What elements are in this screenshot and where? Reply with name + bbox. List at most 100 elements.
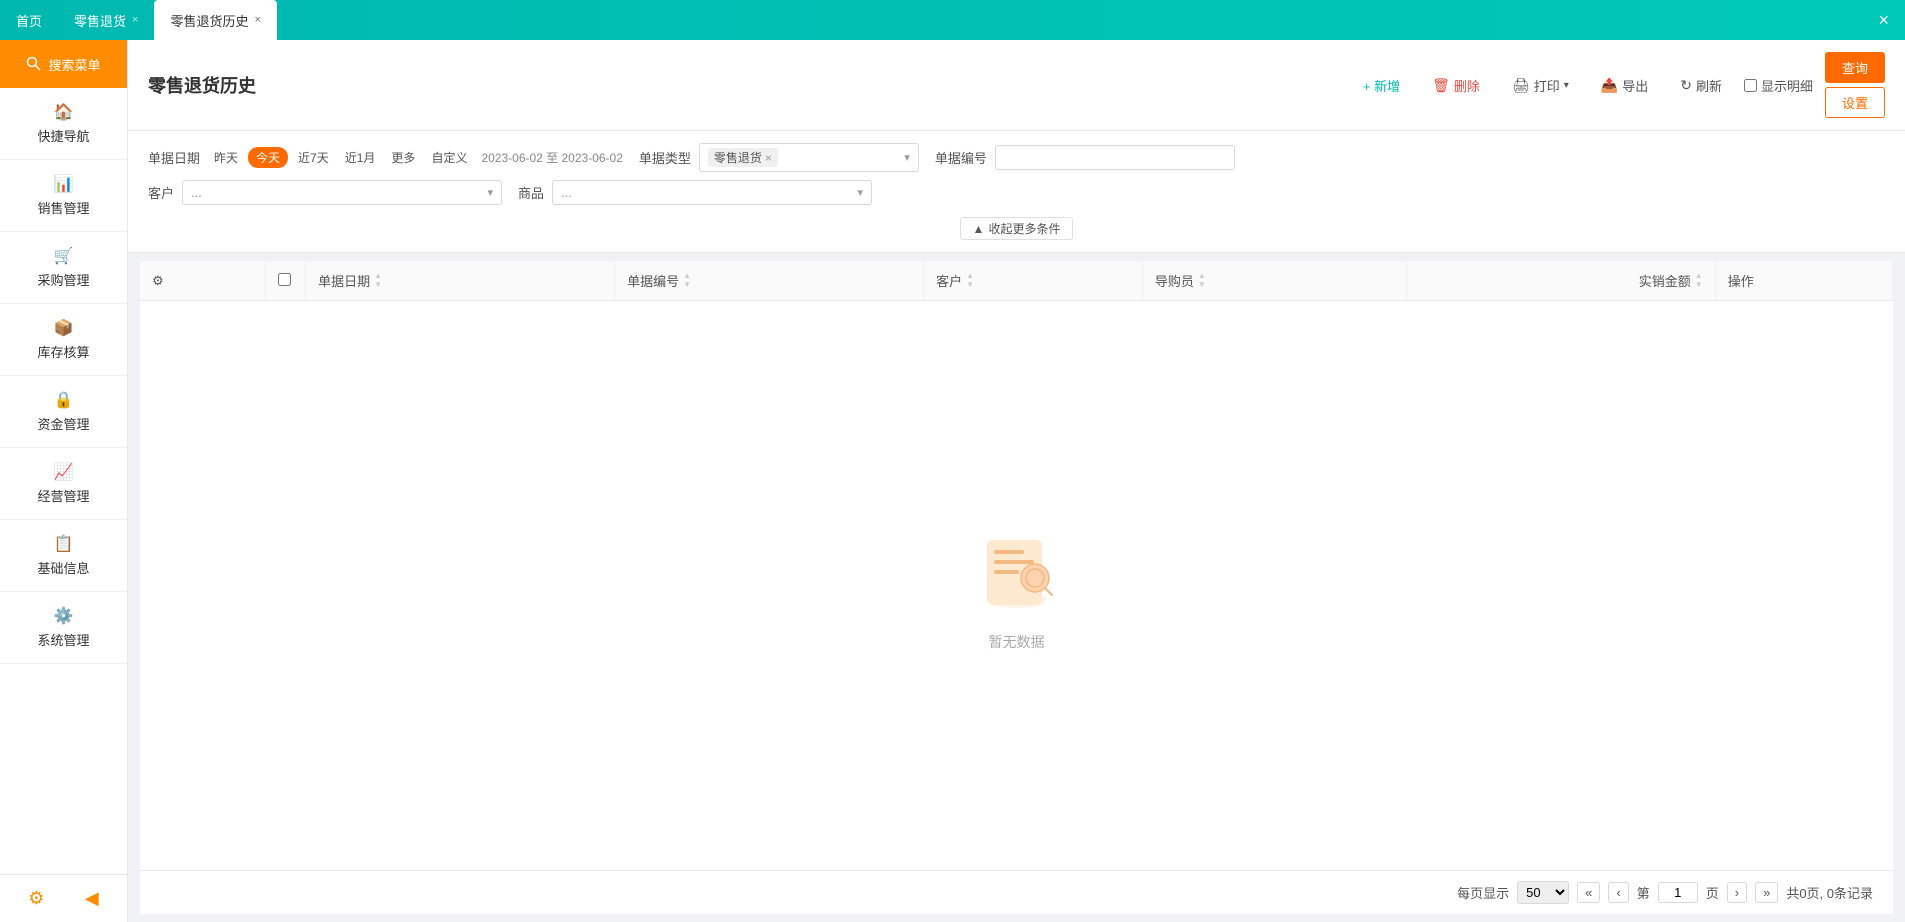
- print-button[interactable]: 🖨 打印 ▾: [1502, 71, 1579, 100]
- date-opt-custom[interactable]: 自定义: [425, 147, 473, 168]
- tab-bar: 首页 零售退货 × 零售退货历史 ×: [0, 0, 1878, 40]
- tab-retail-return[interactable]: 零售退货 ×: [58, 0, 154, 40]
- th-date-sort[interactable]: ▲▼: [374, 272, 382, 289]
- th-number-label: 单据编号: [627, 271, 679, 290]
- setting-button-label: 设置: [1842, 96, 1868, 111]
- add-button-label: + 新增: [1363, 76, 1400, 95]
- display-detail-check[interactable]: [1744, 79, 1757, 92]
- add-button[interactable]: + 新增: [1353, 71, 1410, 100]
- system-mgmt-icon: ⚙️: [54, 606, 74, 626]
- th-number-sort[interactable]: ▲▼: [683, 272, 691, 289]
- sidebar-search[interactable]: 搜索菜单: [0, 40, 127, 88]
- th-date-label: 单据日期: [318, 271, 370, 290]
- sidebar-item-quick-nav-label: 快捷导航: [37, 126, 89, 145]
- sidebar-item-operations[interactable]: 📈 经营管理: [0, 448, 127, 520]
- toolbar-right: + 新增 🗑 删除 🖨 打印 ▾ 📤 导出 ↻ 刷新: [1353, 52, 1885, 118]
- print-icon: 🖨: [1512, 77, 1530, 94]
- query-button-label: 查询: [1842, 61, 1868, 76]
- th-customer-sort[interactable]: ▲▼: [966, 272, 974, 289]
- sidebar-item-sales-mgmt[interactable]: 📊 销售管理: [0, 160, 127, 232]
- sidebar-item-quick-nav[interactable]: 🏠 快捷导航: [0, 88, 127, 160]
- current-page-label: 第: [1637, 883, 1650, 902]
- sidebar-item-inventory[interactable]: 📦 库存核算: [0, 304, 127, 376]
- main-layout: 搜索菜单 🏠 快捷导航 📊 销售管理 🛒 采购管理 📦 库存核算 🔒 资金管理: [0, 40, 1905, 922]
- content-area: 零售退货历史 + 新增 🗑 删除 🖨 打印 ▾ 📤 导出: [128, 40, 1905, 922]
- sidebar-item-sales-label: 销售管理: [37, 198, 89, 217]
- page-size-select[interactable]: 50 100 200: [1517, 881, 1569, 904]
- delete-button-label: 删除: [1454, 76, 1480, 95]
- total-label: 共0页, 0条记录: [1786, 883, 1873, 902]
- th-guide-sort[interactable]: ▲▼: [1198, 272, 1206, 289]
- collapse-sidebar-icon[interactable]: ◀: [85, 888, 99, 909]
- sidebar-bottom: ⚙ ◀: [0, 874, 127, 922]
- tab-retail-return-history-close[interactable]: ×: [254, 14, 260, 26]
- tab-home[interactable]: 首页: [0, 0, 58, 40]
- filter-goods: 商品 ... ▾: [518, 180, 872, 205]
- date-opt-last7days[interactable]: 近7天: [292, 147, 335, 168]
- customer-select[interactable]: ... ▾: [182, 180, 502, 205]
- sidebar-item-system-mgmt-label: 系统管理: [37, 630, 89, 649]
- filter-voucher-date: 单据日期 昨天 今天 近7天 近1月 更多 自定义 2023-06-02 至 2…: [148, 147, 623, 168]
- th-amount-sort[interactable]: ▲▼: [1695, 272, 1703, 289]
- sidebar-item-purchase-mgmt[interactable]: 🛒 采购管理: [0, 232, 127, 304]
- voucher-type-tag-close[interactable]: ×: [765, 151, 772, 165]
- collapse-button[interactable]: ▲ 收起更多条件: [960, 217, 1074, 240]
- th-amount-label: 实销金额: [1639, 271, 1691, 290]
- customer-dots: ...: [191, 185, 202, 200]
- th-action: 操作: [1715, 261, 1892, 301]
- date-range-value: 2023-06-02 至 2023-06-02: [481, 149, 622, 166]
- data-table: ⚙ 单据日期 ▲▼: [140, 261, 1893, 301]
- pagination-bar: 每页显示 50 100 200 « ‹ 第 页 ›: [140, 870, 1893, 914]
- export-button-label: 导出: [1622, 76, 1648, 95]
- prev-page-btn[interactable]: ‹: [1608, 882, 1628, 903]
- close-window-btn[interactable]: ×: [1878, 10, 1889, 31]
- filter-customer: 客户 ... ▾: [148, 180, 502, 205]
- sidebar-item-system-mgmt[interactable]: ⚙️ 系统管理: [0, 592, 127, 664]
- page-size-label: 每页显示: [1457, 883, 1509, 902]
- refresh-button[interactable]: ↻ 刷新: [1670, 71, 1732, 100]
- sales-icon: 📊: [54, 174, 74, 194]
- setting-button[interactable]: 设置: [1825, 87, 1885, 118]
- first-page-btn[interactable]: «: [1577, 882, 1600, 903]
- tab-retail-return-close[interactable]: ×: [132, 14, 138, 26]
- page-number-input[interactable]: [1658, 882, 1698, 903]
- tab-retail-return-history[interactable]: 零售退货历史 ×: [154, 0, 276, 40]
- first-page-icon: «: [1585, 885, 1592, 900]
- page-unit-label: 页: [1706, 883, 1719, 902]
- goods-select[interactable]: ... ▾: [552, 180, 872, 205]
- voucher-date-label: 单据日期: [148, 148, 200, 167]
- print-button-label: 打印: [1534, 76, 1560, 95]
- collapse-bar: ▲ 收起更多条件: [148, 213, 1885, 240]
- th-gear[interactable]: ⚙: [140, 261, 266, 301]
- collapse-icon: ▲: [973, 222, 985, 236]
- filter-row-1: 单据日期 昨天 今天 近7天 近1月 更多 自定义 2023-06-02 至 2…: [148, 143, 1885, 172]
- export-button[interactable]: 📤 导出: [1591, 71, 1658, 100]
- query-button[interactable]: 查询: [1825, 52, 1885, 83]
- last-page-btn[interactable]: »: [1755, 882, 1778, 903]
- content-inner: ⚙ 单据日期 ▲▼: [128, 253, 1905, 922]
- voucher-number-input[interactable]: [995, 145, 1235, 170]
- filter-row-2: 客户 ... ▾ 商品 ... ▾: [148, 180, 1885, 205]
- date-opt-more[interactable]: 更多: [385, 147, 421, 168]
- sidebar-item-base-info[interactable]: 📋 基础信息: [0, 520, 127, 592]
- voucher-type-select[interactable]: 零售退货 × ▾: [699, 143, 919, 172]
- page-title: 零售退货历史: [148, 72, 256, 98]
- tab-retail-return-history-label: 零售退货历史: [170, 11, 248, 30]
- goods-label: 商品: [518, 183, 544, 202]
- display-detail-checkbox[interactable]: 显示明细: [1744, 76, 1813, 95]
- select-all-checkbox[interactable]: [278, 273, 291, 286]
- sidebar-item-finance[interactable]: 🔒 资金管理: [0, 376, 127, 448]
- th-checkbox[interactable]: [266, 261, 306, 301]
- settings-bottom-icon[interactable]: ⚙: [28, 888, 44, 909]
- th-date: 单据日期 ▲▼: [306, 261, 615, 301]
- base-info-icon: 📋: [54, 534, 74, 554]
- th-number: 单据编号 ▲▼: [615, 261, 924, 301]
- voucher-type-tag: 零售退货 ×: [708, 148, 778, 167]
- th-customer-label: 客户: [936, 271, 962, 290]
- date-opt-today[interactable]: 今天: [248, 147, 288, 168]
- sidebar: 搜索菜单 🏠 快捷导航 📊 销售管理 🛒 采购管理 📦 库存核算 🔒 资金管理: [0, 40, 128, 922]
- next-page-btn[interactable]: ›: [1727, 882, 1747, 903]
- date-opt-yesterday[interactable]: 昨天: [208, 147, 244, 168]
- delete-button[interactable]: 🗑 删除: [1422, 71, 1490, 100]
- date-opt-last1month[interactable]: 近1月: [339, 147, 382, 168]
